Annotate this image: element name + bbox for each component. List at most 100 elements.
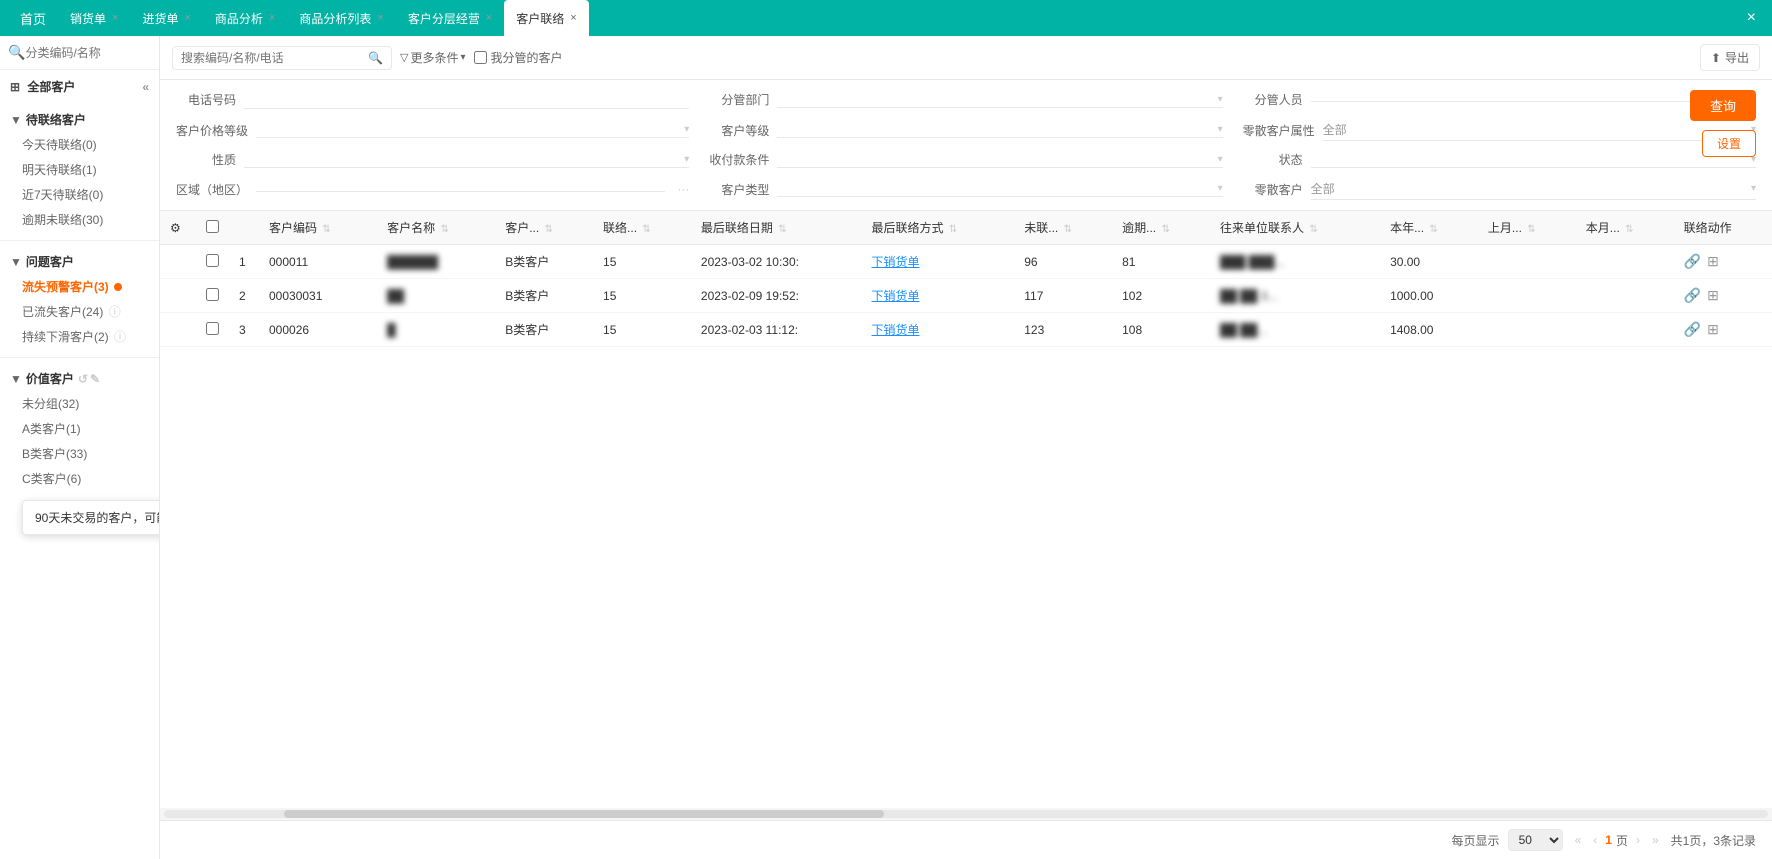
- cust-type-select[interactable]: ▾: [777, 181, 1222, 197]
- sidebar-group-problem-title[interactable]: ▼ 问题客户: [0, 249, 159, 274]
- nav-tab-sales-close[interactable]: ×: [112, 12, 118, 24]
- scrollbar-thumb[interactable]: [284, 810, 884, 818]
- sidebar-item-churn-warning[interactable]: 流失预警客户(3): [0, 274, 159, 299]
- next-page-button[interactable]: ›: [1632, 831, 1644, 849]
- nav-tab-analysis[interactable]: 商品分析 ×: [203, 0, 287, 36]
- scrollbar-track[interactable]: [164, 810, 1768, 818]
- row-expand[interactable]: [160, 245, 196, 279]
- prev-page-button[interactable]: ‹: [1589, 831, 1601, 849]
- scrollbar-area[interactable]: [160, 808, 1772, 820]
- sidebar-item-today[interactable]: 今天待联络(0): [0, 132, 159, 157]
- region-select[interactable]: [256, 187, 665, 192]
- col-type-sort[interactable]: ⇅: [545, 224, 553, 235]
- col-name-sort[interactable]: ⇅: [440, 224, 448, 235]
- col-unit-sort[interactable]: ⇅: [1309, 224, 1317, 235]
- query-button[interactable]: 查询: [1690, 90, 1756, 121]
- nav-tab-customer-link[interactable]: 客户联络 ×: [504, 0, 588, 36]
- col-last-date-sort[interactable]: ⇅: [778, 224, 786, 235]
- my-customers-checkbox-wrap[interactable]: 我分管的客户: [474, 49, 563, 66]
- sidebar-collapse-icon[interactable]: «: [142, 80, 149, 94]
- col-type[interactable]: 客户... ⇅: [495, 211, 593, 245]
- col-not-contact[interactable]: 未联... ⇅: [1014, 211, 1112, 245]
- filter-more-button[interactable]: ▽ 更多条件 ▾: [400, 49, 466, 66]
- row-checkbox[interactable]: [206, 254, 219, 267]
- sidebar-item-class-a[interactable]: A类客户(1): [0, 416, 159, 441]
- row-last-contact-way[interactable]: 下销货单: [862, 245, 1015, 279]
- status-select[interactable]: ▾: [1311, 152, 1756, 168]
- settings-button[interactable]: 设置: [1702, 130, 1756, 157]
- sidebar-item-churned[interactable]: 已流失客户(24) ⓘ: [0, 299, 159, 324]
- pay-terms-select[interactable]: ▾: [777, 152, 1222, 168]
- col-settings[interactable]: ⚙: [160, 211, 196, 245]
- zero-customer-select[interactable]: 全部 ▾: [1311, 178, 1756, 200]
- sidebar-search-input[interactable]: [25, 46, 160, 60]
- settings-col-icon[interactable]: ⚙: [170, 221, 181, 235]
- close-all-button[interactable]: ×: [1739, 9, 1764, 27]
- sidebar-item-declining[interactable]: 持续下滑客户(2) ⓘ: [0, 324, 159, 349]
- cust-level-select[interactable]: ▾: [777, 122, 1222, 138]
- row-link-icon[interactable]: 🔗: [1684, 253, 1701, 270]
- zero-purchase-select[interactable]: 全部 ▾: [1323, 119, 1756, 141]
- sidebar-group-pending-title[interactable]: ▼ 待联络客户: [0, 107, 159, 132]
- row-link-icon[interactable]: 🔗: [1684, 321, 1701, 338]
- row-last-contact-way[interactable]: 下销货单: [862, 313, 1015, 347]
- value-edit-icon[interactable]: ✎: [90, 372, 100, 386]
- row-checkbox-cell[interactable]: [196, 245, 229, 279]
- nature-select[interactable]: ▾: [244, 152, 689, 168]
- col-this-month[interactable]: 本月... ⇅: [1576, 211, 1674, 245]
- col-unit-contact[interactable]: 往来单位联系人 ⇅: [1210, 211, 1380, 245]
- col-last-month[interactable]: 上月... ⇅: [1478, 211, 1576, 245]
- col-contact-sort[interactable]: ⇅: [642, 224, 650, 235]
- sidebar-group-value-title[interactable]: ▼ 价值客户 ↺ ✎: [0, 366, 159, 391]
- row-checkbox-cell[interactable]: [196, 313, 229, 347]
- col-contact[interactable]: 联络... ⇅: [593, 211, 691, 245]
- select-all-checkbox[interactable]: [206, 220, 219, 233]
- col-overdue[interactable]: 逾期... ⇅: [1112, 211, 1210, 245]
- nav-tab-analysis-close[interactable]: ×: [269, 12, 275, 24]
- person-select[interactable]: [1311, 97, 1732, 102]
- region-dots[interactable]: ···: [677, 182, 689, 196]
- nav-tab-analysis-list[interactable]: 商品分析列表 ×: [287, 0, 395, 36]
- sidebar-item-class-c[interactable]: C类客户(6): [0, 466, 159, 491]
- row-expand[interactable]: [160, 313, 196, 347]
- col-code[interactable]: 客户编码 ⇅: [259, 211, 377, 245]
- col-overdue-sort[interactable]: ⇅: [1161, 224, 1169, 235]
- sidebar-item-overdue[interactable]: 逾期未联络(30): [0, 207, 159, 232]
- nav-tab-customer-link-close[interactable]: ×: [570, 12, 576, 24]
- nav-tab-sales[interactable]: 销货单 ×: [58, 0, 130, 36]
- col-lm-sort[interactable]: ⇅: [1527, 224, 1535, 235]
- sidebar-all-customers[interactable]: ⊞ 全部客户 «: [0, 70, 159, 103]
- row-checkbox[interactable]: [206, 288, 219, 301]
- col-last-contact-way[interactable]: 最后联络方式 ⇅: [862, 211, 1015, 245]
- row-last-contact-way[interactable]: 下销货单: [862, 279, 1015, 313]
- nav-tab-analysis-list-close[interactable]: ×: [377, 12, 383, 24]
- row-grid-icon[interactable]: ⊞: [1707, 321, 1719, 338]
- col-this-year[interactable]: 本年... ⇅: [1380, 211, 1478, 245]
- nav-tab-purchase[interactable]: 进货单 ×: [130, 0, 202, 36]
- row-checkbox-cell[interactable]: [196, 279, 229, 313]
- nav-home[interactable]: 首页: [8, 9, 58, 28]
- col-last-contact-date[interactable]: 最后联络日期 ⇅: [691, 211, 862, 245]
- main-search-input[interactable]: [181, 51, 368, 65]
- main-search-button[interactable]: 🔍: [368, 51, 383, 65]
- export-button[interactable]: ⬆ 导出: [1700, 44, 1760, 71]
- col-last-way-sort[interactable]: ⇅: [949, 224, 957, 235]
- nav-tab-purchase-close[interactable]: ×: [184, 12, 190, 24]
- col-year-sort[interactable]: ⇅: [1429, 224, 1437, 235]
- col-not-contact-sort[interactable]: ⇅: [1064, 224, 1072, 235]
- sidebar-item-tomorrow[interactable]: 明天待联络(1): [0, 157, 159, 182]
- nav-tab-customer-seg[interactable]: 客户分层经营 ×: [396, 0, 504, 36]
- phone-input[interactable]: [244, 90, 689, 109]
- my-customers-checkbox[interactable]: [474, 51, 487, 64]
- dept-select[interactable]: ▾: [777, 92, 1222, 108]
- col-checkbox[interactable]: [196, 211, 229, 245]
- row-link-icon[interactable]: 🔗: [1684, 287, 1701, 304]
- price-level-select[interactable]: ▾: [256, 122, 689, 138]
- row-expand[interactable]: [160, 279, 196, 313]
- col-name[interactable]: 客户名称 ⇅: [377, 211, 495, 245]
- per-page-select[interactable]: 50100: [1508, 829, 1563, 851]
- col-code-sort[interactable]: ⇅: [322, 224, 330, 235]
- row-checkbox[interactable]: [206, 322, 219, 335]
- value-refresh-icon[interactable]: ↺: [78, 372, 88, 386]
- first-page-button[interactable]: «: [1571, 831, 1586, 849]
